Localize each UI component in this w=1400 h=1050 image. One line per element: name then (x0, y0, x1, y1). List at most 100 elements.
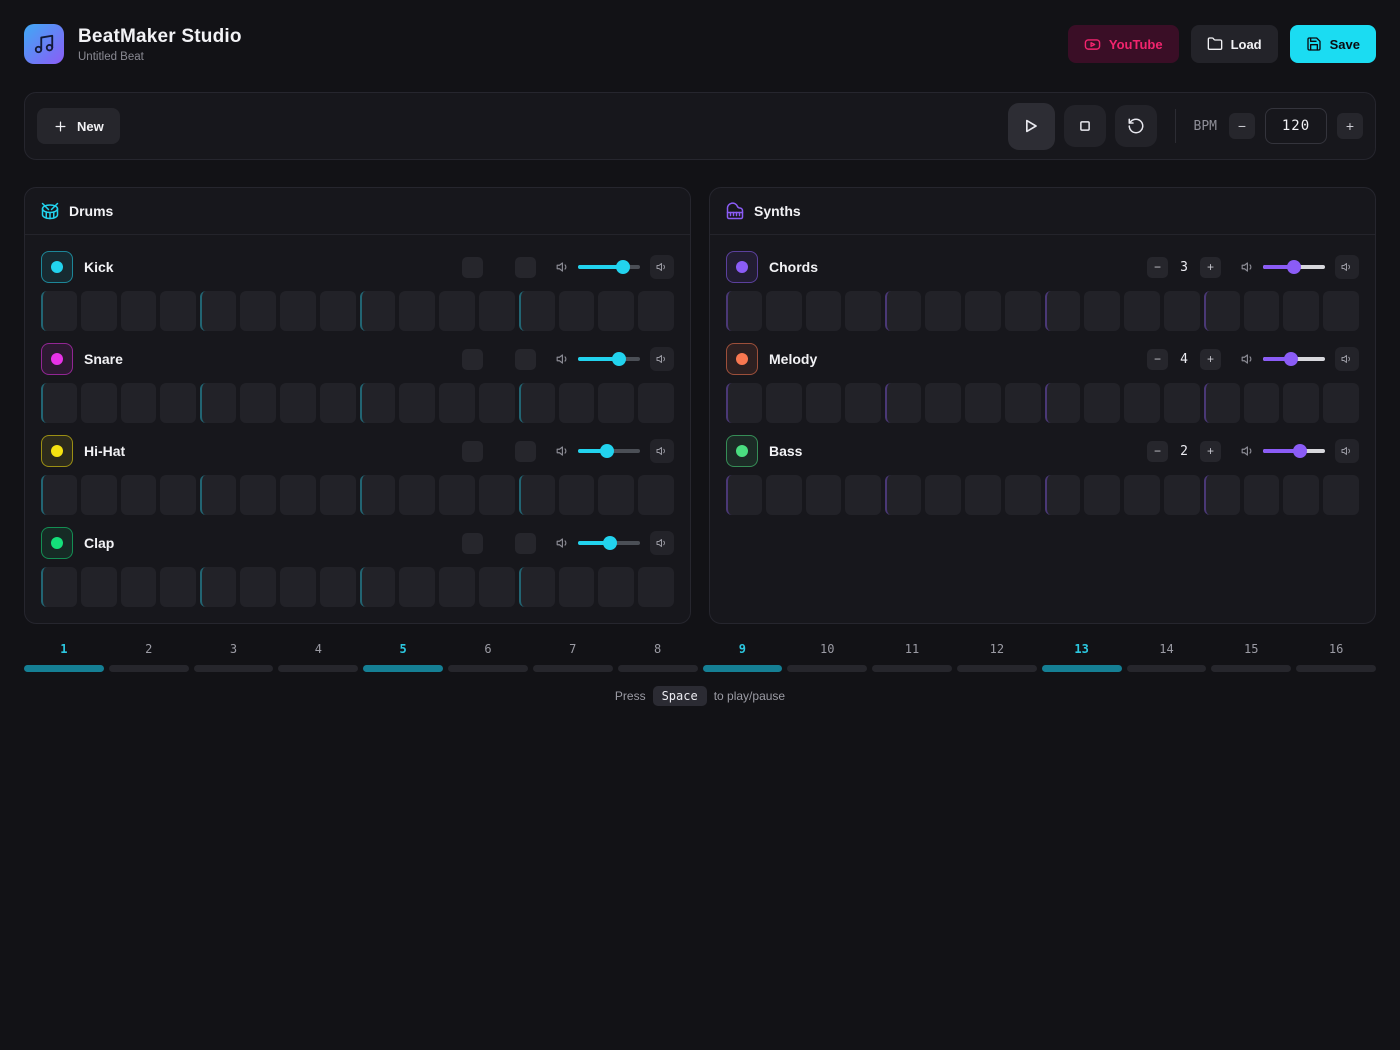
mute-button[interactable] (1335, 347, 1359, 371)
volume-slider-thumb[interactable] (1287, 260, 1301, 274)
step-cell[interactable] (845, 291, 882, 331)
octave-increase-button[interactable]: + (1200, 440, 1221, 462)
step-cell[interactable] (1004, 383, 1041, 423)
mute-button[interactable] (650, 255, 674, 279)
octave-increase-button[interactable] (515, 532, 536, 554)
step-cell[interactable] (638, 475, 674, 515)
step-cell[interactable] (41, 383, 77, 423)
step-cell[interactable] (638, 383, 674, 423)
step-cell[interactable] (240, 291, 276, 331)
step-cell[interactable] (240, 383, 276, 423)
step-cell[interactable] (41, 291, 77, 331)
step-cell[interactable] (805, 475, 842, 515)
step-cell[interactable] (726, 383, 762, 423)
step-cell[interactable] (1323, 475, 1359, 515)
step-cell[interactable] (160, 383, 197, 423)
step-cell[interactable] (765, 475, 802, 515)
step-cell[interactable] (80, 475, 117, 515)
step-cell[interactable] (478, 567, 515, 607)
step-cell[interactable] (399, 383, 436, 423)
step-cell[interactable] (359, 475, 396, 515)
volume-slider[interactable] (1263, 352, 1325, 366)
octave-decrease-button[interactable]: − (1147, 256, 1168, 278)
play-button[interactable] (1007, 102, 1055, 150)
step-cell[interactable] (558, 383, 595, 423)
mute-button[interactable] (650, 439, 674, 463)
step-cell[interactable] (319, 383, 356, 423)
step-cell[interactable] (925, 475, 961, 515)
step-cell[interactable] (439, 383, 475, 423)
step-cell[interactable] (1203, 475, 1240, 515)
step-cell[interactable] (598, 475, 635, 515)
step-cell[interactable] (1323, 383, 1359, 423)
step-cell[interactable] (1124, 475, 1160, 515)
volume-slider-thumb[interactable] (611, 352, 626, 366)
step-cell[interactable] (1084, 475, 1121, 515)
step-cell[interactable] (478, 475, 515, 515)
stop-button[interactable] (1063, 105, 1106, 147)
step-cell[interactable] (41, 475, 77, 515)
octave-increase-button[interactable]: + (1200, 348, 1221, 370)
octave-decrease-button[interactable] (462, 256, 483, 278)
volume-slider[interactable] (578, 444, 640, 458)
instrument-toggle-button[interactable] (41, 251, 73, 283)
new-beat-button[interactable]: New (37, 108, 120, 144)
volume-slider[interactable] (1263, 260, 1325, 274)
step-cell[interactable] (598, 383, 635, 423)
step-cell[interactable] (1084, 291, 1121, 331)
step-cell[interactable] (598, 291, 635, 331)
step-cell[interactable] (964, 291, 1001, 331)
octave-increase-button[interactable]: + (1200, 256, 1221, 278)
step-cell[interactable] (726, 291, 762, 331)
step-cell[interactable] (1283, 383, 1320, 423)
step-cell[interactable] (160, 291, 197, 331)
step-cell[interactable] (805, 383, 842, 423)
step-cell[interactable] (160, 567, 197, 607)
step-cell[interactable] (120, 383, 157, 423)
step-cell[interactable] (1243, 475, 1280, 515)
step-cell[interactable] (1124, 383, 1160, 423)
step-cell[interactable] (478, 291, 515, 331)
step-cell[interactable] (885, 383, 922, 423)
step-cell[interactable] (200, 567, 237, 607)
volume-slider-thumb[interactable] (1283, 352, 1298, 366)
octave-increase-button[interactable] (515, 348, 536, 370)
step-cell[interactable] (279, 291, 316, 331)
step-cell[interactable] (160, 475, 197, 515)
step-cell[interactable] (439, 475, 475, 515)
mute-button[interactable] (1335, 439, 1359, 463)
step-cell[interactable] (805, 291, 842, 331)
step-cell[interactable] (1004, 475, 1041, 515)
step-cell[interactable] (359, 567, 396, 607)
step-cell[interactable] (439, 567, 475, 607)
step-cell[interactable] (359, 291, 396, 331)
octave-decrease-button[interactable]: − (1147, 348, 1168, 370)
step-cell[interactable] (200, 383, 237, 423)
step-cell[interactable] (518, 291, 555, 331)
reset-button[interactable] (1114, 105, 1157, 147)
step-cell[interactable] (319, 475, 356, 515)
step-cell[interactable] (925, 291, 961, 331)
step-cell[interactable] (1044, 291, 1081, 331)
step-cell[interactable] (41, 567, 77, 607)
step-cell[interactable] (558, 567, 595, 607)
step-cell[interactable] (200, 291, 237, 331)
step-cell[interactable] (240, 475, 276, 515)
octave-decrease-button[interactable]: − (1147, 440, 1168, 462)
step-cell[interactable] (765, 291, 802, 331)
volume-slider-thumb[interactable] (1293, 444, 1308, 458)
step-cell[interactable] (845, 475, 882, 515)
step-cell[interactable] (319, 291, 356, 331)
step-cell[interactable] (399, 567, 436, 607)
step-cell[interactable] (1004, 291, 1041, 331)
step-cell[interactable] (964, 475, 1001, 515)
instrument-toggle-button[interactable] (41, 343, 73, 375)
bpm-increase-button[interactable]: + (1337, 113, 1363, 139)
step-cell[interactable] (845, 383, 882, 423)
step-cell[interactable] (964, 383, 1001, 423)
instrument-toggle-button[interactable] (41, 435, 73, 467)
volume-slider-thumb[interactable] (615, 260, 630, 274)
step-cell[interactable] (279, 567, 316, 607)
step-cell[interactable] (1323, 291, 1359, 331)
step-cell[interactable] (1283, 475, 1320, 515)
